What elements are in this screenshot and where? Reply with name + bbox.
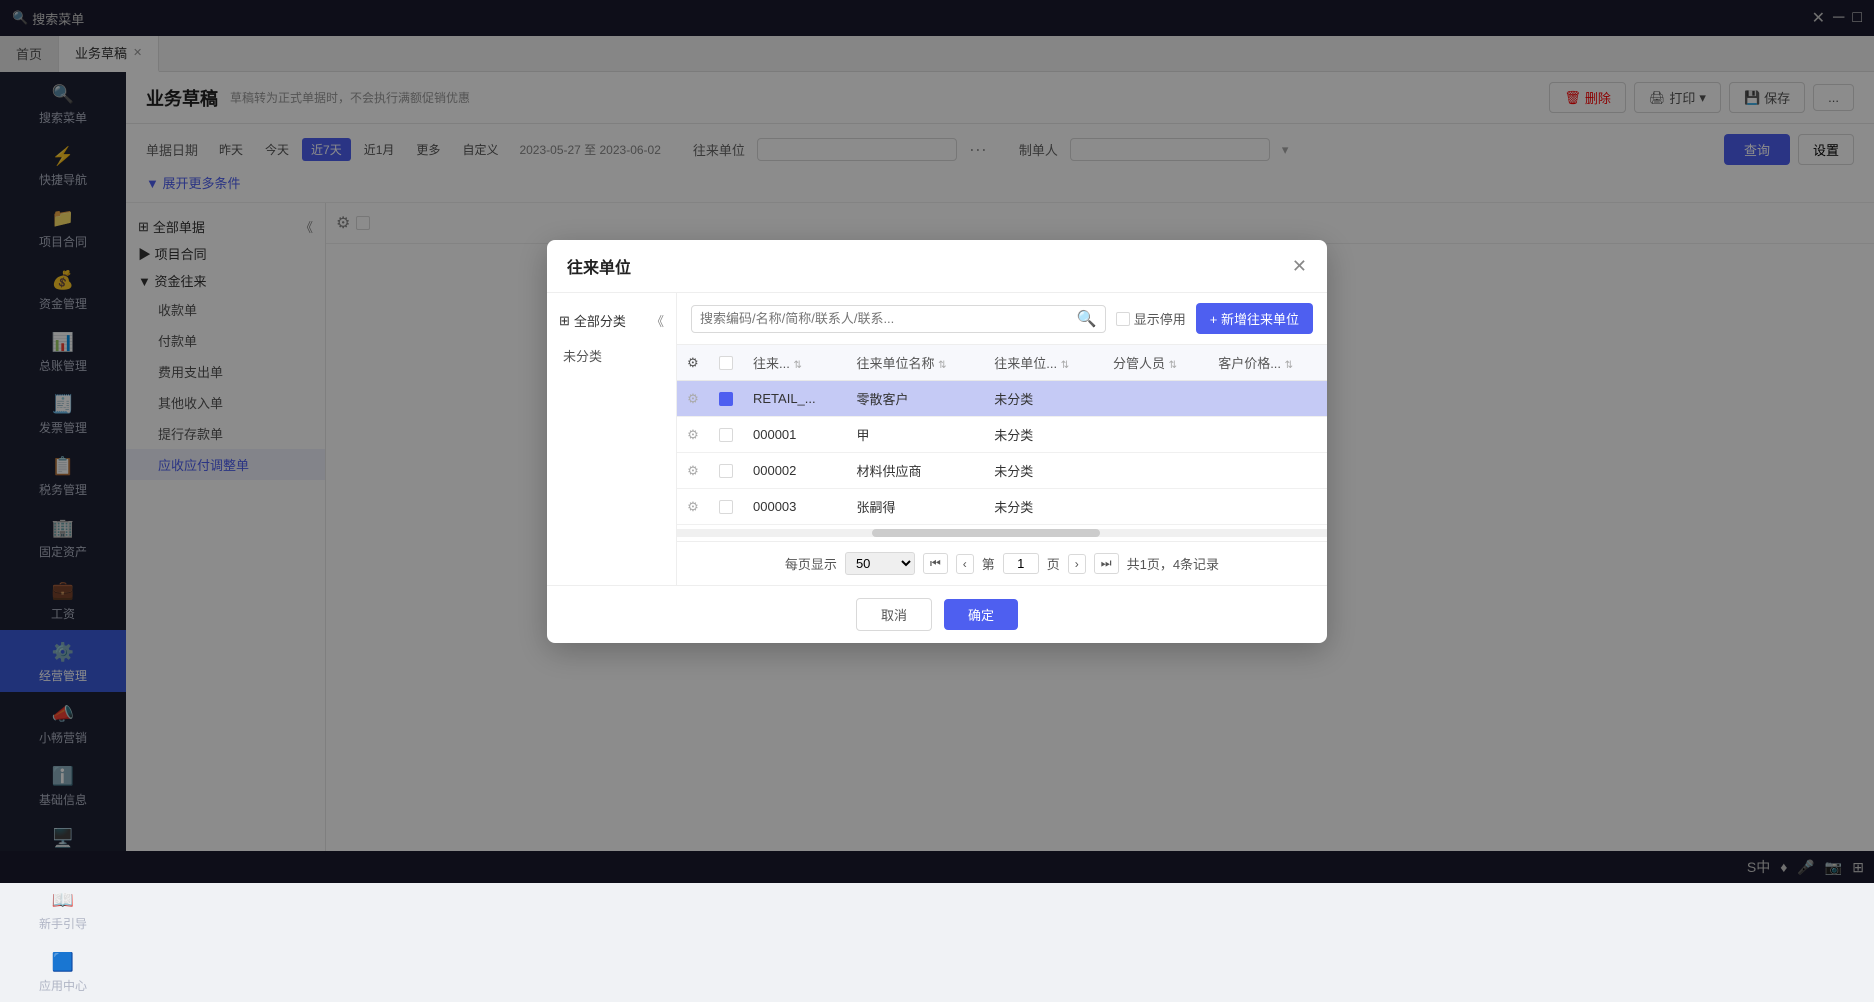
row-checkbox[interactable] xyxy=(709,381,743,417)
row-category: 未分类 xyxy=(984,489,1103,525)
dialog-sidebar-uncategorized[interactable]: 未分类 xyxy=(547,338,676,373)
dialog-body: ⊞ 全部分类 《 未分类 🔍 显示停 xyxy=(547,293,1327,585)
dialog-search-icon: 🔍 xyxy=(1077,309,1097,329)
row-category: 未分类 xyxy=(984,417,1103,453)
per-page-label: 每页显示 xyxy=(785,554,837,573)
row-name: 材料供应商 xyxy=(846,453,984,489)
col-settings: ⚙ xyxy=(677,345,709,381)
row-gear: ⚙ xyxy=(677,453,709,489)
row-price xyxy=(1208,417,1327,453)
dialog-toolbar: 🔍 显示停用 + 新增往来单位 xyxy=(677,293,1327,345)
row-code: RETAIL_... xyxy=(743,381,846,417)
onboarding-icon: 📖 xyxy=(52,890,74,911)
sort-name-icon[interactable]: ⇅ xyxy=(938,360,946,371)
col-price: 客户价格... ⇅ xyxy=(1208,345,1327,381)
show-disabled-wrap: 显示停用 xyxy=(1116,309,1186,328)
dialog-scrollbar[interactable] xyxy=(677,529,1327,537)
page-size-select[interactable]: 50 20 100 xyxy=(845,552,915,575)
row-manager xyxy=(1103,381,1208,417)
dialog-header: 往来单位 ✕ xyxy=(547,240,1327,293)
row-price xyxy=(1208,489,1327,525)
dialog-search-wrap: 🔍 xyxy=(691,305,1106,333)
row-manager xyxy=(1103,453,1208,489)
next-page-button[interactable]: › xyxy=(1068,554,1086,574)
page-unit: 页 xyxy=(1047,554,1060,573)
add-partner-button[interactable]: + 新增往来单位 xyxy=(1196,303,1313,334)
sort-category-icon[interactable]: ⇅ xyxy=(1061,360,1069,371)
dialog-table: ⚙ 往来... ⇅ 往来单位名称 ⇅ 往来单位... ⇅ 分管人员 ⇅ 客户价格… xyxy=(677,345,1327,525)
col-checkbox xyxy=(709,345,743,381)
uncategorized-label: 未分类 xyxy=(563,349,602,364)
dialog-title: 往来单位 xyxy=(567,254,631,278)
page-word: 第 xyxy=(982,554,995,573)
row-cb-3[interactable] xyxy=(719,464,733,478)
row-code: 000002 xyxy=(743,453,846,489)
dialog-close-button[interactable]: ✕ xyxy=(1292,256,1307,277)
sidebar-app-center-label: 应用中心 xyxy=(39,977,87,994)
prev-page-button[interactable]: ‹ xyxy=(956,554,974,574)
row-cb-1[interactable] xyxy=(719,392,733,406)
show-disabled-label: 显示停用 xyxy=(1134,309,1186,328)
dialog-sidebar-collapse[interactable]: 《 xyxy=(651,311,664,330)
row-cb-4[interactable] xyxy=(719,500,733,514)
dialog-main: 🔍 显示停用 + 新增往来单位 ⚙ xyxy=(677,293,1327,585)
sort-code-icon[interactable]: ⇅ xyxy=(793,360,801,371)
row-manager xyxy=(1103,489,1208,525)
sort-manager-icon[interactable]: ⇅ xyxy=(1169,360,1177,371)
row-price xyxy=(1208,381,1327,417)
row-cb-2[interactable] xyxy=(719,428,733,442)
row-name: 张嗣得 xyxy=(846,489,984,525)
row-gear: ⚙ xyxy=(677,381,709,417)
col-name: 往来单位名称 ⇅ xyxy=(846,345,984,381)
confirm-button[interactable]: 确定 xyxy=(944,599,1018,630)
col-code: 往来... ⇅ xyxy=(743,345,846,381)
grid-icon-dialog: ⊞ xyxy=(559,313,570,329)
row-checkbox[interactable] xyxy=(709,417,743,453)
table-row[interactable]: ⚙ 000003 张嗣得 未分类 xyxy=(677,489,1327,525)
sidebar-item-app-center[interactable]: 🟦 应用中心 xyxy=(0,940,126,1002)
col-category: 往来单位... ⇅ xyxy=(984,345,1103,381)
row-category: 未分类 xyxy=(984,453,1103,489)
dialog-sidebar-title: 全部分类 xyxy=(574,311,626,330)
sidebar-item-onboarding[interactable]: 📖 新手引导 xyxy=(0,878,126,940)
show-disabled-checkbox[interactable] xyxy=(1116,312,1130,326)
dialog-scrollbar-thumb[interactable] xyxy=(872,529,1100,537)
row-name: 零散客户 xyxy=(846,381,984,417)
dialog-search-input[interactable] xyxy=(700,311,1071,326)
sort-price-icon[interactable]: ⇅ xyxy=(1285,360,1293,371)
row-checkbox[interactable] xyxy=(709,453,743,489)
table-row[interactable]: ⚙ 000001 甲 未分类 xyxy=(677,417,1327,453)
row-price xyxy=(1208,453,1327,489)
app-center-icon: 🟦 xyxy=(52,952,74,973)
partner-dialog: 往来单位 ✕ ⊞ 全部分类 《 未分类 xyxy=(547,240,1327,643)
dialog-sidebar-header: ⊞ 全部分类 《 xyxy=(547,303,676,338)
col-settings-icon[interactable]: ⚙ xyxy=(687,355,699,370)
pagination: 每页显示 50 20 100 ⏮ ‹ 第 页 › ⏭ 共1页，4条记录 xyxy=(677,541,1327,585)
col-manager: 分管人员 ⇅ xyxy=(1103,345,1208,381)
row-name: 甲 xyxy=(846,417,984,453)
row-code: 000003 xyxy=(743,489,846,525)
row-gear: ⚙ xyxy=(677,417,709,453)
row-code: 000001 xyxy=(743,417,846,453)
row-manager xyxy=(1103,417,1208,453)
modal-overlay: 往来单位 ✕ ⊞ 全部分类 《 未分类 xyxy=(0,0,1874,883)
row-gear: ⚙ xyxy=(677,489,709,525)
first-page-button[interactable]: ⏮ xyxy=(923,553,948,574)
table-row[interactable]: ⚙ 000002 材料供应商 未分类 xyxy=(677,453,1327,489)
row-category: 未分类 xyxy=(984,381,1103,417)
select-all-cb[interactable] xyxy=(719,356,733,370)
dialog-sidebar: ⊞ 全部分类 《 未分类 xyxy=(547,293,677,585)
table-row[interactable]: ⚙ RETAIL_... 零散客户 未分类 xyxy=(677,381,1327,417)
sidebar-onboarding-label: 新手引导 xyxy=(39,915,87,932)
last-page-button[interactable]: ⏭ xyxy=(1094,553,1119,574)
page-input[interactable] xyxy=(1003,553,1039,574)
dialog-footer: 取消 确定 xyxy=(547,585,1327,643)
row-checkbox[interactable] xyxy=(709,489,743,525)
cancel-button[interactable]: 取消 xyxy=(856,598,932,631)
total-records: 共1页，4条记录 xyxy=(1127,554,1219,573)
